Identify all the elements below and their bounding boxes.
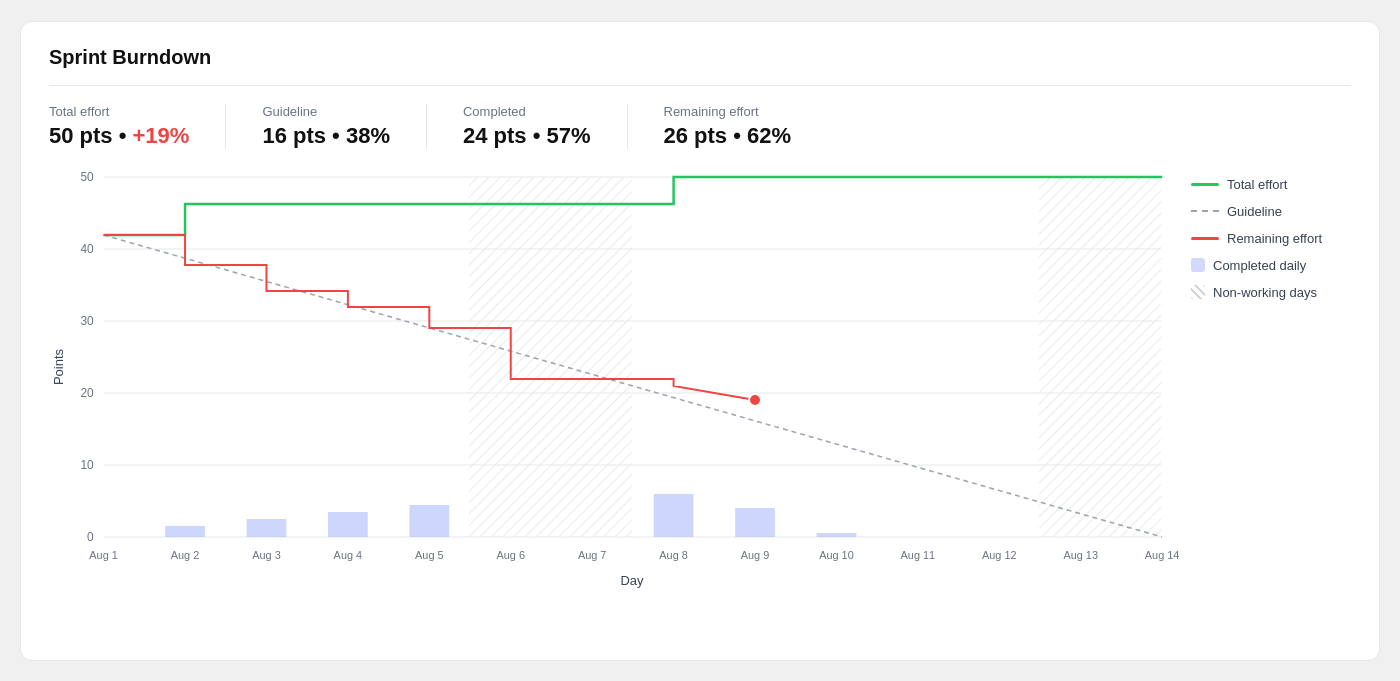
stat-label-guideline: Guideline <box>262 104 390 119</box>
svg-rect-30 <box>817 533 857 537</box>
legend-total-effort: Total effort <box>1191 177 1351 192</box>
stats-row: Total effort 50 pts • +19% Guideline 16 … <box>49 104 1351 149</box>
svg-text:Aug 12: Aug 12 <box>982 548 1017 560</box>
chart-legend: Total effort Guideline Remaining effort … <box>1181 167 1351 601</box>
stat-value-remaining: 26 pts • 62% <box>664 123 792 149</box>
legend-total-effort-label: Total effort <box>1227 177 1287 192</box>
legend-guideline-icon <box>1191 210 1219 212</box>
svg-rect-24 <box>328 512 368 537</box>
y-label-40: 40 <box>80 241 94 255</box>
svg-text:Aug 11: Aug 11 <box>901 548 936 560</box>
svg-text:Aug 3: Aug 3 <box>252 548 281 560</box>
svg-text:Aug 13: Aug 13 <box>1063 548 1098 560</box>
chart-area: 0 10 20 30 40 50 Points Aug 1 Aug 2 Aug … <box>49 167 1181 601</box>
stat-extra-total: +19% <box>133 123 190 148</box>
y-axis-title: Points <box>51 348 66 384</box>
svg-text:Aug 7: Aug 7 <box>578 548 607 560</box>
guideline <box>104 235 1163 537</box>
stat-value-guideline: 16 pts • 38% <box>262 123 390 149</box>
remaining-effort-endpoint <box>749 394 761 406</box>
svg-text:Aug 6: Aug 6 <box>496 548 525 560</box>
legend-guideline: Guideline <box>1191 204 1351 219</box>
burndown-chart: 0 10 20 30 40 50 Points Aug 1 Aug 2 Aug … <box>49 167 1181 597</box>
stat-guideline: Guideline 16 pts • 38% <box>262 104 427 149</box>
legend-completed-daily-label: Completed daily <box>1213 258 1306 273</box>
legend-completed-daily-icon <box>1191 258 1205 272</box>
legend-nonworking: Non-working days <box>1191 285 1351 300</box>
remaining-effort-line <box>104 235 755 400</box>
stat-remaining: Remaining effort 26 pts • 62% <box>664 104 828 149</box>
svg-text:Aug 1: Aug 1 <box>89 548 118 560</box>
svg-text:Aug 14: Aug 14 <box>1145 548 1180 560</box>
stat-label-completed: Completed <box>463 104 591 119</box>
chart-and-legend: 0 10 20 30 40 50 Points Aug 1 Aug 2 Aug … <box>49 167 1351 601</box>
y-label-20: 20 <box>80 385 94 399</box>
legend-nonworking-label: Non-working days <box>1213 285 1317 300</box>
svg-text:Aug 8: Aug 8 <box>659 548 688 560</box>
legend-total-effort-icon <box>1191 183 1219 186</box>
x-axis-title: Day <box>620 572 643 587</box>
svg-text:Aug 2: Aug 2 <box>171 548 200 560</box>
stat-total-effort: Total effort 50 pts • +19% <box>49 104 226 149</box>
divider <box>49 85 1351 86</box>
y-label-0: 0 <box>87 529 94 543</box>
legend-remaining-label: Remaining effort <box>1227 231 1322 246</box>
svg-text:Aug 4: Aug 4 <box>334 548 363 560</box>
svg-text:Aug 9: Aug 9 <box>741 548 770 560</box>
legend-remaining-icon <box>1191 237 1219 240</box>
legend-nonworking-icon <box>1191 285 1205 299</box>
nonworking-aug13-14 <box>1039 177 1161 537</box>
stat-label-remaining: Remaining effort <box>664 104 792 119</box>
stat-label-total: Total effort <box>49 104 189 119</box>
stat-value-total: 50 pts • +19% <box>49 123 189 149</box>
svg-rect-23 <box>247 519 287 537</box>
legend-remaining: Remaining effort <box>1191 231 1351 246</box>
legend-completed-daily: Completed daily <box>1191 258 1351 273</box>
stat-completed: Completed 24 pts • 57% <box>463 104 628 149</box>
legend-guideline-label: Guideline <box>1227 204 1282 219</box>
total-effort-line <box>104 177 1163 235</box>
svg-rect-29 <box>735 508 775 537</box>
y-label-10: 10 <box>80 457 94 471</box>
nonworking-aug6-7 <box>469 177 632 537</box>
y-label-30: 30 <box>80 313 94 327</box>
stat-value-completed: 24 pts • 57% <box>463 123 591 149</box>
svg-text:Aug 10: Aug 10 <box>819 548 854 560</box>
sprint-burndown-card: Sprint Burndown Total effort 50 pts • +1… <box>20 21 1380 661</box>
svg-rect-22 <box>165 526 205 537</box>
page-title: Sprint Burndown <box>49 46 1351 69</box>
svg-rect-28 <box>654 494 694 537</box>
svg-text:Aug 5: Aug 5 <box>415 548 444 560</box>
svg-rect-25 <box>409 505 449 537</box>
y-label-50: 50 <box>80 169 94 183</box>
